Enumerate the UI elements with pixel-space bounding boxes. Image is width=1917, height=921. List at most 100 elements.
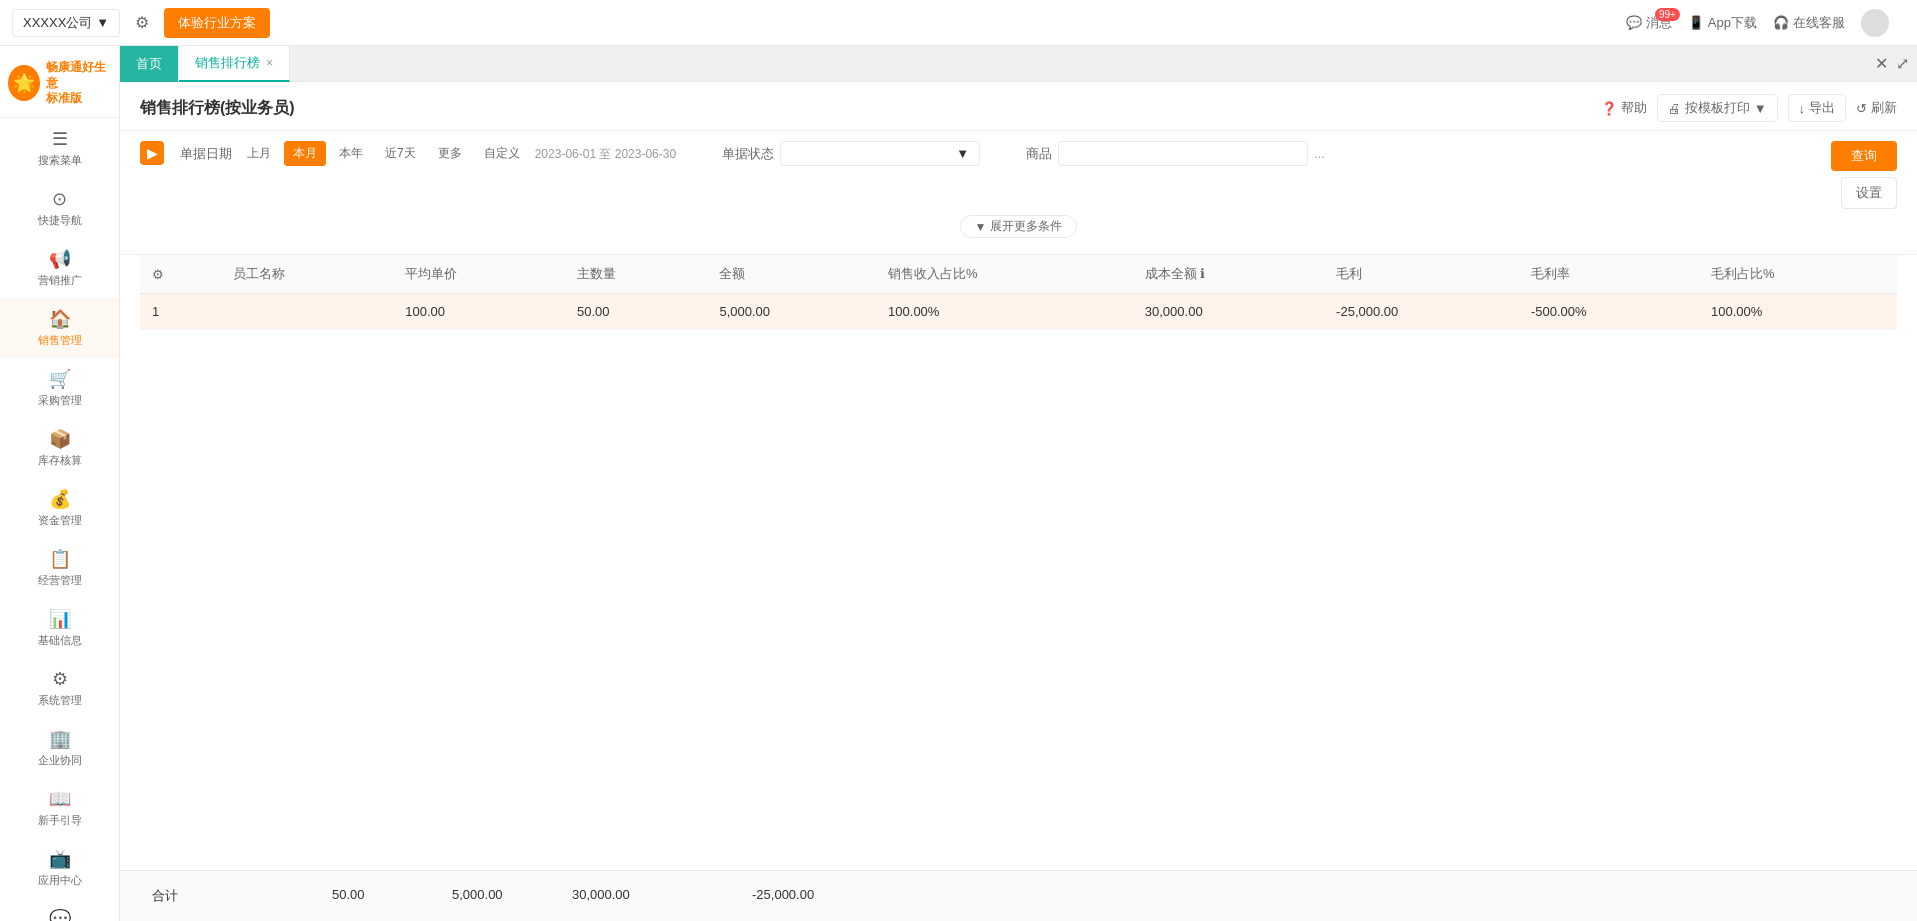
status-filter-label: 单据状态 (722, 145, 774, 163)
print-label: 按模板打印 (1685, 99, 1750, 117)
row-qty: 50.00 (565, 294, 707, 330)
logo-text: 畅康通好生意 标准版 (46, 60, 111, 107)
sidebar-item-basic[interactable]: 📊 基础信息 (0, 598, 119, 658)
sidebar-item-enterprise[interactable]: 🏢 企业协同 (0, 718, 119, 778)
query-button[interactable]: 查询 (1831, 141, 1897, 171)
export-label: 导出 (1809, 99, 1835, 117)
company-selector[interactable]: XXXXX公司 ▼ (12, 9, 120, 37)
date-year-btn[interactable]: 本年 (330, 141, 372, 166)
page-title: 销售排行榜(按业务员) (140, 98, 295, 119)
export-button[interactable]: ↓ 导出 (1788, 94, 1847, 122)
tab-sales-label: 销售排行榜 (195, 54, 260, 72)
finance-icon: 💰 (49, 488, 71, 510)
inventory-icon: 📦 (49, 428, 71, 450)
marketing-icon: 📢 (49, 248, 71, 270)
guide-icon: 📖 (49, 788, 71, 810)
sidebar-item-label: 新手引导 (38, 813, 82, 828)
expand-label: 展开更多条件 (990, 218, 1062, 235)
footer-cost: 30,000.00 (560, 881, 740, 911)
sidebar-item-system[interactable]: ⚙ 系统管理 (0, 658, 119, 718)
sidebar-item-label: 库存核算 (38, 453, 82, 468)
trial-button[interactable]: 体验行业方案 (164, 8, 270, 38)
sidebar-item-label: 采购管理 (38, 393, 82, 408)
expand-more-button[interactable]: ▼ 展开更多条件 (960, 215, 1078, 238)
filter-toggle-arrow[interactable]: ▶ (140, 141, 164, 165)
sidebar-item-apps[interactable]: 📺 应用中心 (0, 838, 119, 898)
sidebar-item-label: 应用中心 (38, 873, 82, 888)
sidebar-item-inventory[interactable]: 📦 库存核算 (0, 418, 119, 478)
expand-chevron-icon: ▼ (975, 220, 987, 234)
app-icon: 📱 (1688, 15, 1704, 30)
date-7days-btn[interactable]: 近7天 (376, 141, 425, 166)
sidebar-item-marketing[interactable]: 📢 营销推广 (0, 238, 119, 298)
app-download-button[interactable]: 📱 App下载 (1688, 14, 1757, 32)
help-label: 帮助 (1621, 99, 1647, 117)
tab-sales-ranking[interactable]: 销售排行榜 × (179, 46, 290, 82)
date-more-btn[interactable]: 更多 (429, 141, 471, 166)
col-profit-pct: 毛利占比% (1699, 255, 1897, 294)
quick-nav-icon: ⊙ (52, 188, 67, 210)
basic-icon: 📊 (49, 608, 71, 630)
sidebar-item-label: 经营管理 (38, 573, 82, 588)
col-settings[interactable]: ⚙ (140, 255, 221, 294)
sidebar-item-purchase[interactable]: 🛒 采购管理 (0, 358, 119, 418)
company-name: XXXXX公司 (23, 14, 92, 32)
col-amount: 全额 (707, 255, 876, 294)
message-icon: 💬 (1626, 15, 1642, 30)
sidebar-item-operation[interactable]: 📋 经营管理 (0, 538, 119, 598)
footer-qty: 50.00 (320, 881, 440, 911)
sidebar-item-label: 搜索菜单 (38, 153, 82, 168)
goods-input[interactable] (1058, 141, 1308, 166)
tab-home[interactable]: 首页 (120, 46, 179, 82)
row-sales-pct: 100.00% (876, 294, 1133, 330)
wechat-icon: 💬 (49, 908, 71, 921)
sidebar-item-label: 快捷导航 (38, 213, 82, 228)
sidebar-item-label: 企业协同 (38, 753, 82, 768)
row-profit-rate: -500.00% (1519, 294, 1699, 330)
service-icon: 🎧 (1773, 15, 1789, 30)
tab-restore-icon[interactable]: ⤢ (1896, 54, 1909, 73)
row-avg-price: 100.00 (393, 294, 565, 330)
date-current-month-btn[interactable]: 本月 (284, 141, 326, 166)
row-profit: -25,000.00 (1324, 294, 1519, 330)
sidebar-item-search[interactable]: ☰ 搜索菜单 (0, 118, 119, 178)
date-range-display: 2023-06-01 至 2023-06-30 (535, 147, 676, 161)
refresh-label: 刷新 (1871, 99, 1897, 117)
row-cost: 30,000.00 (1133, 294, 1324, 330)
avatar[interactable] (1861, 9, 1889, 37)
logo-icon: 🌟 (8, 65, 40, 101)
help-button[interactable]: ❓ 帮助 (1601, 99, 1647, 117)
set-button[interactable]: 设置 (1841, 177, 1897, 209)
sidebar-item-guide[interactable]: 📖 新手引导 (0, 778, 119, 838)
sidebar-item-sales[interactable]: 🏠 销售管理 (0, 298, 119, 358)
print-button[interactable]: 🖨 按模板打印 ▼ (1657, 94, 1778, 122)
date-custom-btn[interactable]: 自定义 (475, 141, 529, 166)
sales-icon: 🏠 (49, 308, 71, 330)
tab-close-all-icon[interactable]: ✕ (1875, 54, 1888, 73)
status-select[interactable]: ▼ (780, 141, 980, 166)
message-badge: 99+ (1655, 8, 1680, 21)
print-icon: 🖨 (1668, 101, 1681, 116)
sidebar-logo: 🌟 畅康通好生意 标准版 (0, 46, 119, 118)
print-chevron-icon: ▼ (1754, 101, 1767, 116)
refresh-icon: ↺ (1856, 101, 1867, 116)
settings-icon[interactable]: ⚙ (128, 9, 156, 37)
sidebar-item-label: 系统管理 (38, 693, 82, 708)
sidebar-item-quick[interactable]: ⊙ 快捷导航 (0, 178, 119, 238)
more-filters-btn[interactable]: ... (1314, 146, 1325, 161)
date-prev-month-btn[interactable]: 上月 (238, 141, 280, 166)
tab-home-label: 首页 (136, 55, 162, 73)
row-profit-pct: 100.00% (1699, 294, 1897, 330)
purchase-icon: 🛒 (49, 368, 71, 390)
col-avg-price: 平均单价 (393, 255, 565, 294)
date-filter-label: 单据日期 (180, 145, 232, 163)
online-service-button[interactable]: 🎧 在线客服 (1773, 14, 1845, 32)
sidebar-item-finance[interactable]: 💰 资金管理 (0, 478, 119, 538)
row-name (221, 294, 393, 330)
sidebar-item-wechat[interactable]: 💬 企业微信 (0, 898, 119, 921)
refresh-button[interactable]: ↺ 刷新 (1856, 99, 1897, 117)
sidebar-item-label: 营销推广 (38, 273, 82, 288)
export-icon: ↓ (1799, 101, 1806, 116)
message-button[interactable]: 💬 消息 99+ (1626, 14, 1672, 32)
tab-close-icon[interactable]: × (266, 56, 273, 70)
